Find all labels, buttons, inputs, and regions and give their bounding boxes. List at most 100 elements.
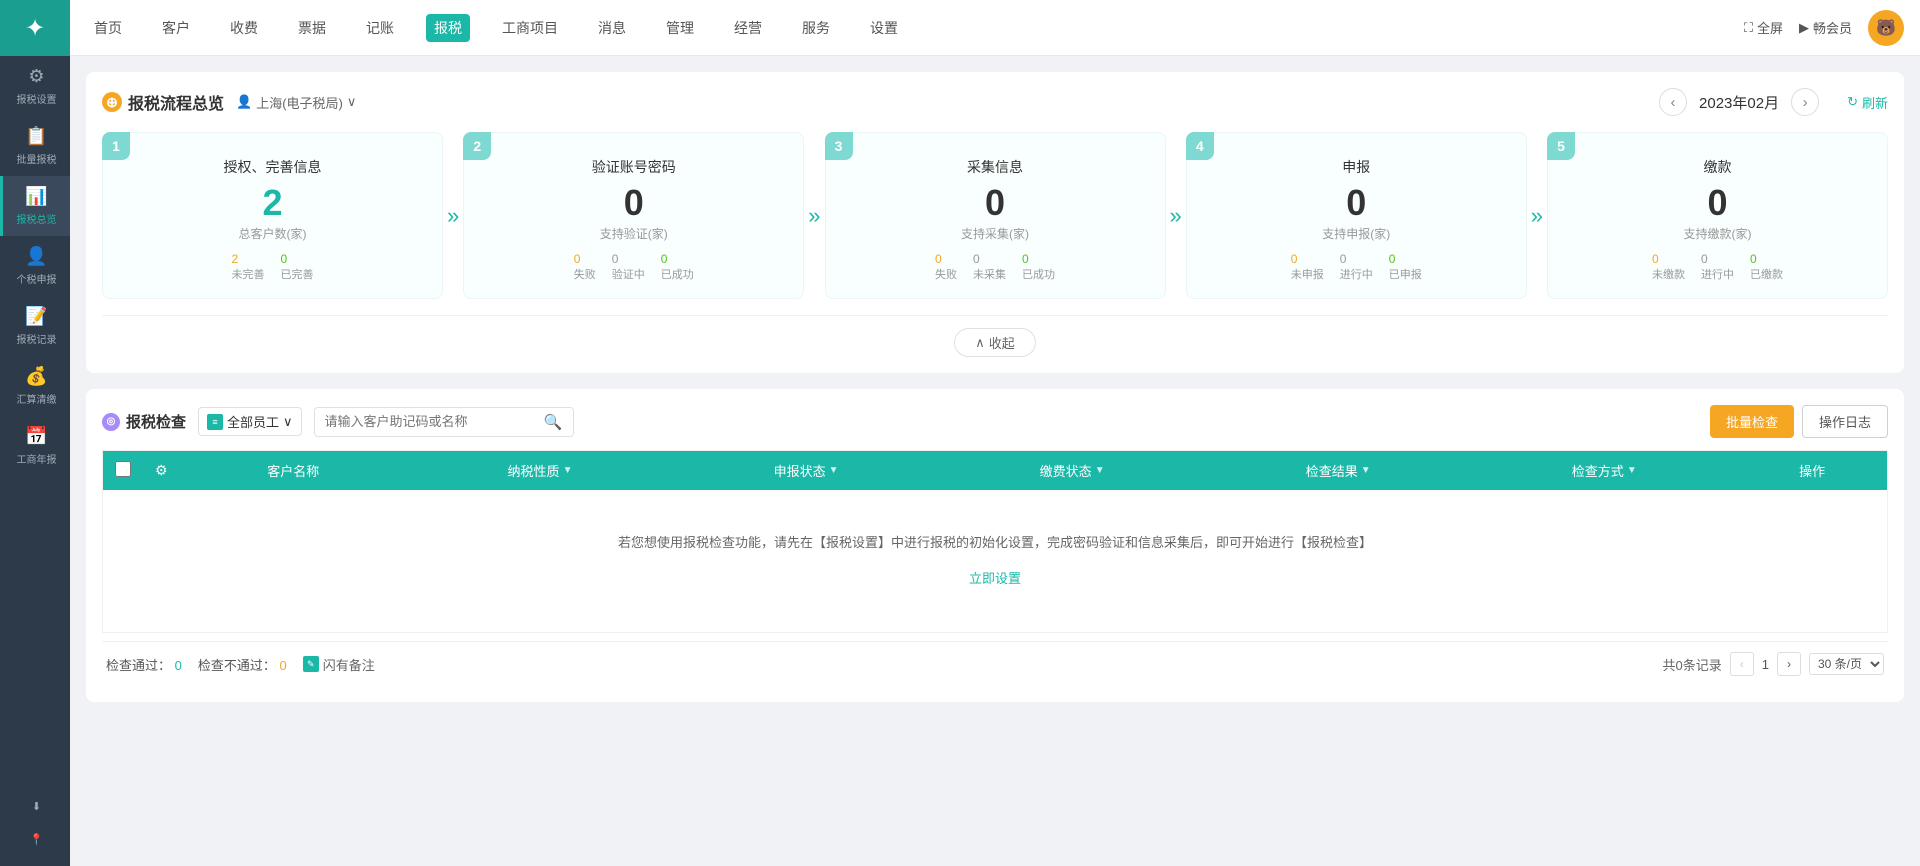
step-1-number: 1: [102, 132, 130, 160]
nav-services[interactable]: 服务: [794, 14, 838, 42]
nav-tax[interactable]: 报税: [426, 14, 470, 42]
prev-month-button[interactable]: ‹: [1659, 88, 1687, 116]
check-title: ◎ 报税检查: [102, 411, 186, 432]
location-tag[interactable]: 👤 上海(电子税局) ∨: [236, 93, 356, 112]
col-pay-status[interactable]: 缴费状态 ▼: [939, 451, 1205, 490]
step-4-stats: 0 未申报 0 进行中 0 已申报: [1291, 252, 1422, 282]
nav-fees[interactable]: 收费: [222, 14, 266, 42]
nav-invoices[interactable]: 票据: [290, 14, 334, 42]
batch-tax-icon: 📋: [25, 126, 47, 147]
chevron-down-icon: ∨: [283, 414, 293, 430]
empty-message: 若您想使用报税检查功能，请先在【报税设置】中进行报税的初始化设置，完成密码验证和…: [103, 490, 1887, 632]
select-all-header: [103, 451, 143, 490]
operation-log-button[interactable]: 操作日志: [1802, 405, 1888, 438]
sidebar-bottom: ⬇ 📍: [0, 790, 70, 866]
collapse-bar: ∧ 收起: [102, 315, 1888, 357]
nav-management[interactable]: 管理: [658, 14, 702, 42]
step-3-title: 采集信息: [967, 157, 1023, 177]
step-2-stat-fail[interactable]: 0: [574, 252, 596, 266]
step-3-card: 3 采集信息 0 支持采集(家) 0 失败 0 未采集: [825, 132, 1166, 299]
step-4-card: 4 申报 0 支持申报(家) 0 未申报 0 进行中: [1186, 132, 1527, 299]
step-3-stat-mid: 0: [973, 252, 1006, 266]
sidebar-item-clearing[interactable]: 💰 汇算清缴: [0, 356, 70, 416]
search-button[interactable]: 🔍: [534, 408, 573, 436]
step-5-stat-fail[interactable]: 0: [1652, 252, 1685, 266]
nav-home[interactable]: 首页: [86, 14, 130, 42]
step-1-stat-green[interactable]: 0: [281, 252, 314, 266]
step-4-stat-fail[interactable]: 0: [1291, 252, 1324, 266]
nav-clients[interactable]: 客户: [154, 14, 198, 42]
filter-icon: ▼: [1361, 465, 1371, 476]
sidebar-item-tax-records[interactable]: 📝 报税记录: [0, 296, 70, 356]
step-1-stat-orange[interactable]: 2: [232, 252, 265, 266]
nav-accounting[interactable]: 记账: [358, 14, 402, 42]
step-2-card: 2 验证账号密码 0 支持验证(家) 0 失败 0 验证中: [463, 132, 804, 299]
employee-selector[interactable]: ≡ 全部员工 ∨: [198, 407, 302, 436]
step-4-stat-success[interactable]: 0: [1389, 252, 1422, 266]
arrow-4: »: [1527, 132, 1547, 299]
step-4-subtitle: 支持申报(家): [1322, 225, 1390, 242]
process-title: ⊕ 报税流程总览: [102, 90, 224, 114]
arrow-2: »: [804, 132, 824, 299]
nav-business[interactable]: 工商项目: [494, 14, 566, 42]
step-4-count: 0: [1346, 185, 1366, 221]
arrow-1: »: [443, 132, 463, 299]
check-table-container: ⚙ 客户名称 纳税性质 ▼: [102, 450, 1888, 633]
setup-link[interactable]: 立即设置: [969, 571, 1021, 586]
process-overview-card: ⊕ 报税流程总览 👤 上海(电子税局) ∨ ‹ 2023年02月 › ↻ 刷新: [86, 72, 1904, 373]
user-icon: 👤: [236, 94, 252, 110]
step-3-stat-fail[interactable]: 0: [935, 252, 957, 266]
header-right-buttons: 批量检查 操作日志: [1710, 405, 1888, 438]
sidebar-item-download[interactable]: ⬇: [0, 790, 70, 823]
play-icon: ▶: [1799, 20, 1809, 36]
table-body: 若您想使用报税检查功能，请先在【报税设置】中进行报税的初始化设置，完成密码验证和…: [103, 490, 1887, 632]
nav-settings[interactable]: 设置: [862, 14, 906, 42]
nav-messages[interactable]: 消息: [590, 14, 634, 42]
location-icon: 📍: [30, 833, 44, 846]
pagination: 共0条记录 ‹ 1 › 30 条/页: [1663, 652, 1884, 676]
step-3-stat-success[interactable]: 0: [1022, 252, 1055, 266]
col-check-result[interactable]: 检查结果 ▼: [1205, 451, 1471, 490]
step-1-stats: 2 未完善 0 已完善: [232, 252, 314, 282]
step-4-stat-mid: 0: [1340, 252, 1373, 266]
annual-report-icon: 📅: [25, 426, 47, 447]
per-page-select[interactable]: 30 条/页: [1809, 653, 1884, 675]
step-4-number: 4: [1186, 132, 1214, 160]
sidebar-item-annual-report[interactable]: 📅 工商年报: [0, 416, 70, 476]
search-input[interactable]: [315, 409, 534, 434]
step-2-stats: 0 失败 0 验证中 0 已成功: [574, 252, 694, 282]
sidebar-item-tax-settings[interactable]: ⚙ 报税设置: [0, 56, 70, 116]
prev-page-button[interactable]: ‹: [1730, 652, 1754, 676]
next-month-button[interactable]: ›: [1791, 88, 1819, 116]
refresh-button[interactable]: ↻ 刷新: [1847, 93, 1888, 112]
current-page: 1: [1762, 657, 1769, 672]
employee-icon: ≡: [207, 414, 223, 430]
tax-overview-icon: 📊: [25, 186, 47, 207]
next-page-button[interactable]: ›: [1777, 652, 1801, 676]
nav-operations[interactable]: 经营: [726, 14, 770, 42]
col-declare-status[interactable]: 申报状态 ▼: [673, 451, 939, 490]
filter-icon: ▼: [1095, 465, 1105, 476]
step-5-title: 缴款: [1704, 157, 1732, 177]
step-5-stat-success[interactable]: 0: [1750, 252, 1783, 266]
col-check-method[interactable]: 检查方式 ▼: [1471, 451, 1737, 490]
col-customer: 客户名称: [180, 451, 407, 490]
fullscreen-button[interactable]: ⛶ 全屏: [1744, 18, 1783, 37]
step-2-stat-success[interactable]: 0: [661, 252, 694, 266]
filter-icon: ▼: [563, 465, 573, 476]
main-area: 首页 客户 收费 票据 记账 报税 工商项目 消息 管理 经营 服务 设置 ⛶ …: [70, 0, 1920, 866]
sidebar-item-location[interactable]: 📍: [0, 823, 70, 856]
col-tax-type[interactable]: 纳税性质 ▼: [407, 451, 673, 490]
select-all-checkbox[interactable]: [115, 461, 131, 477]
user-avatar[interactable]: 🐻: [1868, 10, 1904, 46]
sidebar-item-tax-overview[interactable]: 📊 报税总览: [0, 176, 70, 236]
member-button[interactable]: ▶ 畅会员: [1799, 18, 1852, 37]
sidebar-item-batch-tax[interactable]: 📋 批量报税: [0, 116, 70, 176]
tax-records-icon: 📝: [25, 306, 47, 327]
sidebar-item-individual-tax[interactable]: 👤 个税申报: [0, 236, 70, 296]
batch-check-button[interactable]: 批量检查: [1710, 405, 1794, 438]
gear-icon[interactable]: ⚙: [155, 462, 168, 478]
collapse-button[interactable]: ∧ 收起: [954, 328, 1036, 357]
individual-tax-icon: 👤: [25, 246, 47, 267]
step-5-count: 0: [1707, 185, 1727, 221]
